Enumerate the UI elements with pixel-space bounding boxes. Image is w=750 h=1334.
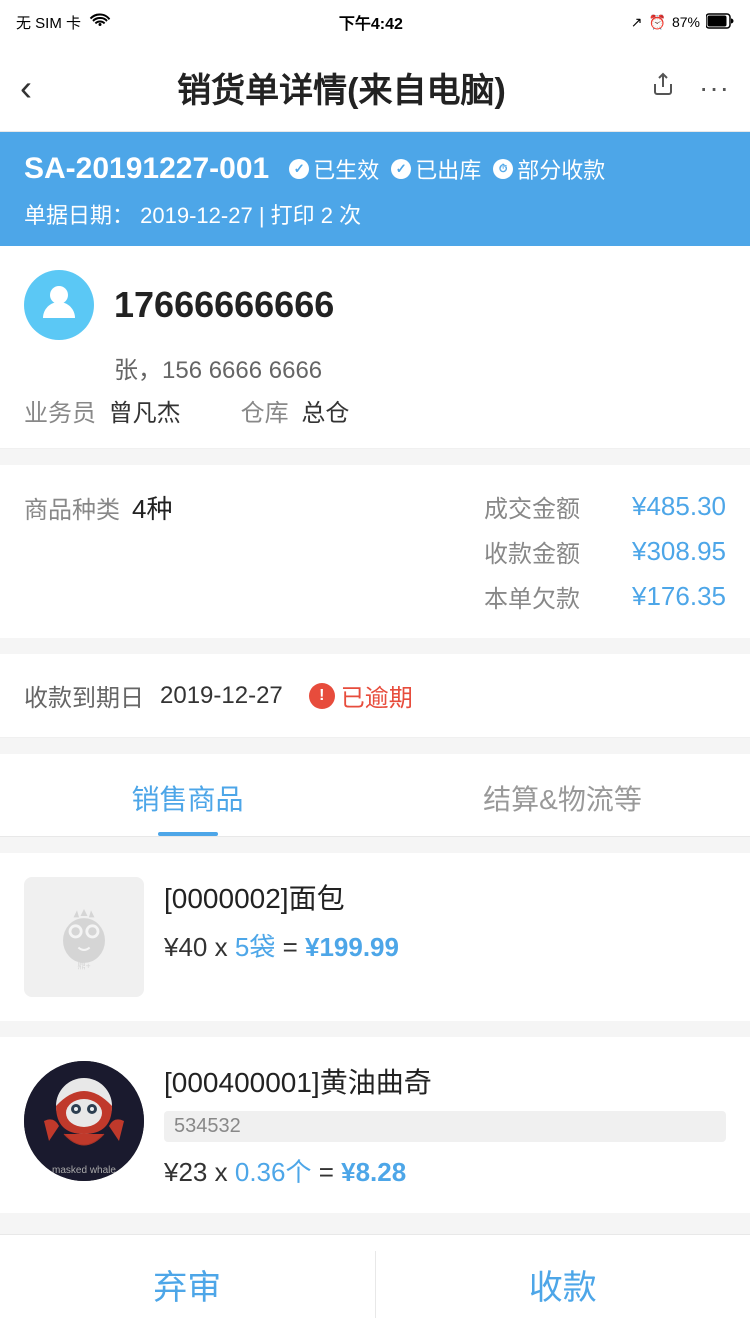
check-icon-1: ✓ — [289, 159, 309, 179]
overdue-icon: ! — [309, 683, 335, 709]
nav-bar: ‹ 销货单详情(来自电脑) ··· — [0, 44, 750, 132]
product-item: 鼎+ [0000002]面包 ¥40 x 5袋 = ¥199.99 — [0, 853, 750, 1021]
clock-icon: ⏱ — [493, 159, 513, 179]
customer-section: 17666666666 张，156 6666 6666 业务员 曾凡杰 仓库 总… — [0, 246, 750, 449]
sim-signal: 无 SIM 卡 — [16, 12, 81, 33]
due-section: 收款到期日 2019-12-27 ! 已逾期 — [0, 654, 750, 738]
summary-right: 成交金额 ¥485.30 收款金额 ¥308.95 本单欠款 ¥176.35 — [484, 489, 726, 614]
order-header-banner: SA-20191227-001 ✓ 已生效 ✓ 已出库 ⏱ 部分收款 — [0, 132, 750, 246]
status-bar: 无 SIM 卡 下午4:42 ↗ ⏰ 87% — [0, 0, 750, 44]
bottom-bar: 弃审 收款 — [0, 1234, 750, 1334]
staff-row: 业务员 曾凡杰 仓库 总仓 — [24, 393, 726, 428]
summary-section: 商品种类 4种 成交金额 ¥485.30 收款金额 ¥308.95 本单欠款 ¥… — [0, 465, 750, 638]
deal-amount-row: 成交金额 ¥485.30 — [484, 489, 726, 524]
user-icon — [39, 280, 79, 330]
back-button[interactable]: ‹ — [20, 67, 32, 109]
overdue-badge: ! 已逾期 — [299, 674, 423, 717]
alarm-icon: ⏰ — [649, 14, 666, 31]
tabs: 销售商品 结算&物流等 — [0, 754, 750, 837]
product-thumbnail-2: masked whale — [24, 1061, 144, 1181]
customer-phone: 张，156 6666 6666 — [114, 350, 726, 385]
customer-row: 17666666666 — [24, 270, 726, 340]
staff-item: 业务员 曾凡杰 — [24, 393, 181, 428]
cancel-button[interactable]: 弃审 — [0, 1235, 375, 1334]
wifi-icon — [89, 12, 111, 32]
product-price-2: ¥23 x 0.36个 = ¥8.28 — [164, 1152, 726, 1189]
debt-amount-row: 本单欠款 ¥176.35 — [484, 579, 726, 614]
confirm-button[interactable]: 收款 — [376, 1235, 750, 1334]
overdue-text: 已逾期 — [341, 678, 413, 713]
share-icon[interactable] — [651, 72, 675, 103]
svg-text:鼎+: 鼎+ — [77, 961, 90, 971]
status-badges: ✓ 已生效 ✓ 已出库 ⏱ 部分收款 — [289, 153, 605, 185]
product-info-1: [0000002]面包 ¥40 x 5袋 = ¥199.99 — [164, 877, 726, 964]
receipt-amount-row: 收款金额 ¥308.95 — [484, 534, 726, 569]
warehouse-item: 仓库 总仓 — [241, 393, 350, 428]
battery-pct: 87% — [672, 14, 700, 30]
status-left: 无 SIM 卡 — [16, 12, 111, 33]
product-sku: 534532 — [164, 1111, 726, 1142]
product-kind-row: 商品种类 4种 — [24, 489, 172, 526]
product-info-2: [000400001]黄油曲奇 534532 ¥23 x 0.36个 = ¥8.… — [164, 1061, 726, 1189]
more-icon[interactable]: ··· — [699, 72, 730, 104]
svg-text:masked whale: masked whale — [52, 1165, 116, 1176]
product-price-1: ¥40 x 5袋 = ¥199.99 — [164, 927, 726, 964]
battery-icon — [706, 13, 734, 32]
status-time: 下午4:42 — [339, 10, 403, 34]
product-name-1: [0000002]面包 — [164, 877, 726, 917]
tab-sales-products[interactable]: 销售商品 — [0, 754, 375, 836]
placeholder-icon: 鼎+ — [24, 877, 144, 997]
summary-left: 商品种类 4种 — [24, 489, 172, 526]
order-date-row: 单据日期： 2019-12-27 | 打印 2 次 — [24, 198, 726, 230]
product-item-2: masked whale [000400001]黄油曲奇 534532 ¥23 … — [0, 1037, 750, 1213]
badge-partial-payment: ⏱ 部分收款 — [493, 153, 605, 185]
page-title: 销货单详情(来自电脑) — [177, 63, 506, 112]
tab-settlement-logistics[interactable]: 结算&物流等 — [375, 754, 750, 836]
avatar — [24, 270, 94, 340]
status-right: ↗ ⏰ 87% — [631, 13, 734, 32]
customer-name: 17666666666 — [114, 284, 334, 326]
location-icon: ↗ — [631, 14, 643, 31]
product-thumbnail-1: 鼎+ — [24, 877, 144, 997]
product-name-2: [000400001]黄油曲奇 — [164, 1061, 726, 1101]
badge-shipped: ✓ 已出库 — [391, 153, 481, 185]
product-list: 鼎+ [0000002]面包 ¥40 x 5袋 = ¥199.99 — [0, 853, 750, 1213]
nav-icons: ··· — [651, 72, 730, 104]
badge-effective: ✓ 已生效 — [289, 153, 379, 185]
order-id: SA-20191227-001 — [24, 152, 269, 186]
check-icon-2: ✓ — [391, 159, 411, 179]
